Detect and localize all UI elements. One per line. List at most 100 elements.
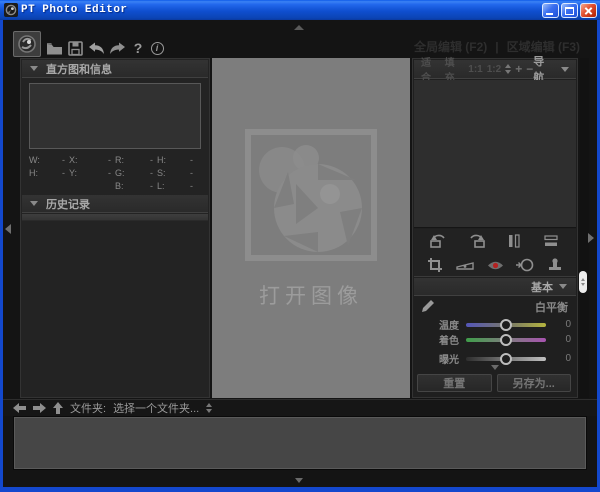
- expand-more-sliders-arrow-icon[interactable]: [491, 365, 499, 370]
- basic-panel-title: 基本: [531, 279, 553, 295]
- navigator-header[interactable]: 适合 填充 1:1 1:2 + − 导航: [414, 60, 576, 79]
- temperature-value: 0: [565, 319, 571, 330]
- straighten-tool-icon[interactable]: [452, 255, 478, 275]
- collapse-top-arrow-icon[interactable]: [294, 25, 304, 30]
- pixel-info-grid: W:- X:- R:- H:- H:- Y:- G:- S:- B:- L:-: [29, 153, 205, 192]
- right-panel: 适合 填充 1:1 1:2 + − 导航: [412, 58, 578, 398]
- open-image-label: 打开图像: [259, 280, 363, 310]
- zoom-level-spinner[interactable]: [505, 64, 511, 74]
- tint-slider-row: 着色 0: [415, 333, 571, 346]
- info-row: H:- Y:- G:- S:-: [29, 166, 205, 179]
- reset-button[interactable]: 重置: [417, 374, 492, 392]
- info-row: B:- L:-: [29, 179, 205, 192]
- red-eye-tool-icon[interactable]: [482, 255, 508, 275]
- white-balance-row: 白平衡: [419, 299, 568, 315]
- zoom-in-button[interactable]: +: [515, 62, 522, 76]
- history-toolbar-strip: [22, 214, 208, 221]
- minimize-button[interactable]: [542, 3, 559, 18]
- folder-dropdown-spinner-icon[interactable]: [206, 403, 212, 413]
- about-button[interactable]: i: [148, 39, 166, 57]
- app-window: PT Photo Editor ? i 全局编辑 (F2) | 区域编辑 (F3…: [0, 0, 600, 492]
- right-panel-scrollbar[interactable]: [580, 58, 589, 398]
- eyedropper-icon[interactable]: [419, 299, 435, 315]
- open-folder-button[interactable]: [45, 39, 63, 57]
- scrollbar-thumb[interactable]: [579, 271, 587, 293]
- exposure-label: 曝光: [415, 351, 459, 366]
- tint-label: 着色: [415, 332, 459, 347]
- history-panel-header[interactable]: 历史记录: [22, 195, 208, 213]
- up-arrow-icon[interactable]: [53, 402, 63, 414]
- save-as-button[interactable]: 另存为...: [497, 374, 572, 392]
- temperature-slider[interactable]: [466, 323, 546, 327]
- exposure-slider-row: 曝光 0: [415, 352, 571, 365]
- exposure-slider[interactable]: [466, 357, 546, 361]
- zoom-1-1-button[interactable]: 1:1: [468, 64, 482, 75]
- window-border-bottom: [0, 487, 600, 492]
- close-button[interactable]: [580, 3, 597, 18]
- redo-button[interactable]: [108, 39, 126, 57]
- collapse-left-panel-arrow-icon[interactable]: [5, 224, 11, 234]
- window-controls: [542, 3, 597, 18]
- slider-knob[interactable]: [500, 319, 512, 331]
- app-home-button[interactable]: [13, 31, 41, 57]
- left-panel: 直方图和信息 W:- X:- R:- H:- H:- Y:- G:- S:- B…: [20, 58, 210, 398]
- flip-vertical-tool-icon[interactable]: [538, 231, 564, 251]
- basic-panel-header[interactable]: 基本: [414, 278, 576, 296]
- histogram-display: [29, 83, 201, 149]
- info-icon: i: [151, 42, 164, 55]
- temperature-slider-row: 温度 0: [415, 318, 571, 331]
- help-icon: ?: [134, 40, 143, 56]
- aperture-logo-icon: [244, 128, 378, 266]
- back-arrow-icon[interactable]: [13, 403, 26, 413]
- zoom-1-2-button[interactable]: 1:2: [487, 64, 501, 75]
- rotate-right-tool-icon[interactable]: [463, 231, 489, 251]
- histogram-panel-title: 直方图和信息: [46, 61, 112, 77]
- exposure-value: 0: [565, 353, 571, 364]
- tools-section: [414, 229, 576, 277]
- slider-knob[interactable]: [500, 334, 512, 346]
- title-bar[interactable]: PT Photo Editor: [0, 0, 600, 20]
- folder-select-dropdown[interactable]: 选择一个文件夹...: [113, 400, 199, 416]
- spot-removal-tool-icon[interactable]: [512, 255, 538, 275]
- undo-button[interactable]: [87, 39, 105, 57]
- save-button[interactable]: [66, 39, 84, 57]
- flip-horizontal-tool-icon[interactable]: [501, 231, 527, 251]
- navigator-preview: [414, 80, 576, 228]
- chevron-down-icon: [30, 201, 38, 206]
- minimize-icon: [546, 13, 553, 15]
- collapse-right-panel-arrow-icon[interactable]: [588, 233, 594, 243]
- crop-tool-icon[interactable]: [422, 255, 448, 275]
- stamp-tool-icon[interactable]: [542, 255, 568, 275]
- maximize-icon: [565, 7, 574, 15]
- tab-global-edit[interactable]: 全局编辑 (F2): [414, 38, 487, 55]
- white-balance-label: 白平衡: [535, 299, 568, 315]
- forward-arrow-icon[interactable]: [33, 403, 46, 413]
- tint-value: 0: [565, 334, 571, 345]
- history-panel-title: 历史记录: [46, 196, 90, 212]
- help-button[interactable]: ?: [129, 39, 147, 57]
- zoom-out-button[interactable]: −: [526, 62, 533, 76]
- info-row: W:- X:- R:- H:-: [29, 153, 205, 166]
- folder-icon: [46, 42, 63, 55]
- undo-icon: [88, 42, 105, 55]
- app-swirl-icon: [17, 34, 37, 54]
- window-title: PT Photo Editor: [21, 4, 542, 16]
- save-icon: [68, 41, 83, 56]
- slider-knob[interactable]: [500, 353, 512, 365]
- chevron-down-icon: [559, 284, 567, 289]
- tint-slider[interactable]: [466, 338, 546, 342]
- maximize-button[interactable]: [561, 3, 578, 18]
- collapse-filmstrip-arrow-icon[interactable]: [295, 478, 303, 483]
- redo-icon: [109, 42, 126, 55]
- histogram-panel-header[interactable]: 直方图和信息: [22, 60, 208, 78]
- window-border-left: [0, 20, 3, 492]
- chevron-down-icon: [561, 67, 569, 72]
- rotate-left-tool-icon[interactable]: [426, 231, 452, 251]
- folder-label: 文件夹:: [70, 400, 106, 416]
- app-logo-icon: [4, 3, 18, 17]
- chevron-down-icon: [30, 66, 38, 71]
- image-canvas: 打开图像: [212, 58, 410, 398]
- open-image-placeholder[interactable]: 打开图像: [244, 128, 378, 310]
- temperature-label: 温度: [415, 317, 459, 332]
- mode-divider: |: [495, 40, 498, 54]
